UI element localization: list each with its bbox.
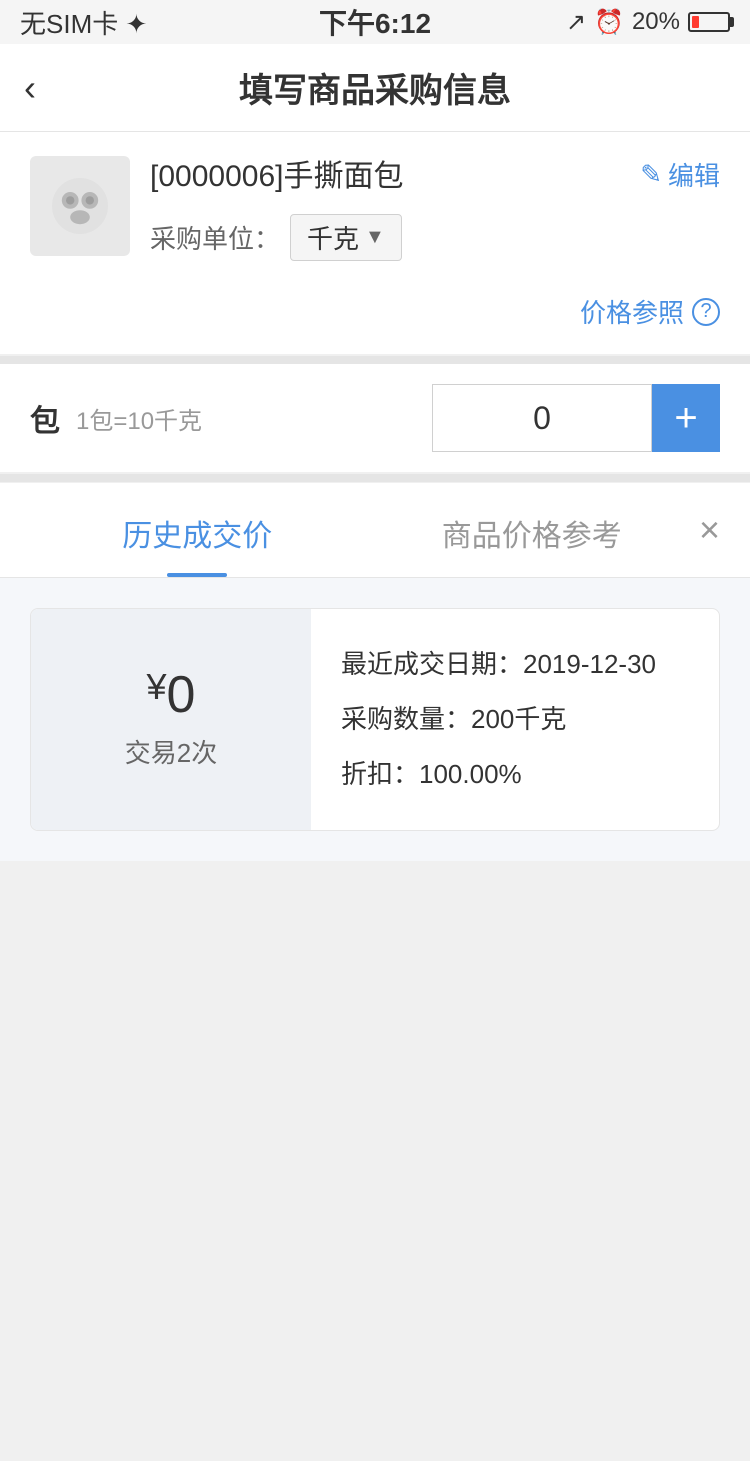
discount-row: 折扣：100.00% (341, 755, 689, 794)
battery-icon (688, 12, 730, 32)
product-section: [0000006]手撕面包 采购单位： 千克 ▼ ✎ 编辑 价格参照 ? (0, 132, 750, 354)
product-owl-logo (45, 171, 115, 241)
unit-value: 千克 (307, 219, 359, 256)
discount-label: 折扣： (341, 759, 419, 789)
location-icon: ↗ (566, 8, 586, 37)
purchase-qty-value: 200千克 (471, 704, 566, 734)
back-button[interactable]: ‹ (24, 67, 36, 109)
tab-close-button[interactable]: × (699, 489, 720, 571)
status-left: 无SIM卡 ✦ (20, 4, 147, 41)
unit-dropdown-arrow: ▼ (365, 226, 385, 249)
latest-date-row: 最近成交日期：2019-12-30 (341, 645, 689, 684)
status-right: ↗ ⏰ 20% (566, 8, 730, 37)
latest-date-label: 最近成交日期： (341, 649, 523, 679)
history-card-right: 最近成交日期：2019-12-30 采购数量：200千克 折扣：100.00% (311, 609, 719, 830)
edit-label: 编辑 (668, 156, 720, 193)
plus-button[interactable]: + (652, 384, 720, 452)
history-card: ¥0 交易2次 最近成交日期：2019-12-30 采购数量：200千克 折扣：… (30, 608, 720, 831)
nav-bar: ‹ 填写商品采购信息 (0, 44, 750, 132)
divider (0, 356, 750, 364)
status-bar: 无SIM卡 ✦ 下午6:12 ↗ ⏰ 20% (0, 0, 750, 44)
edit-icon: ✎ (640, 159, 662, 190)
trade-count: 交易2次 (125, 733, 217, 770)
quantity-unit-badge: 包 (30, 396, 60, 440)
product-header: [0000006]手撕面包 采购单位： 千克 ▼ ✎ 编辑 (30, 156, 720, 261)
quantity-section: 包 1包=10千克 0 + (0, 364, 750, 472)
tab-header: 历史成交价 商品价格参考 × (0, 483, 750, 578)
product-name: [0000006]手撕面包 (150, 156, 640, 198)
product-unit-row: 采购单位： 千克 ▼ (150, 214, 640, 261)
battery-percent: 20% (632, 8, 680, 36)
tab-price-ref[interactable]: 商品价格参考 (364, 483, 698, 577)
section-divider (0, 474, 750, 482)
tab-content: ¥0 交易2次 最近成交日期：2019-12-30 采购数量：200千克 折扣：… (0, 578, 750, 861)
quantity-input[interactable]: 0 (432, 384, 652, 452)
price-ref-label: 价格参照 (580, 293, 684, 330)
unit-selector[interactable]: 千克 ▼ (290, 214, 402, 261)
tab-history-price[interactable]: 历史成交价 (30, 483, 364, 577)
edit-button[interactable]: ✎ 编辑 (640, 156, 720, 193)
page-title: 填写商品采购信息 (239, 63, 511, 112)
price-ref-button[interactable]: 价格参照 ? (580, 293, 720, 330)
price-value: 0 (167, 666, 196, 724)
bottom-space (0, 861, 750, 1461)
tab-section: 历史成交价 商品价格参考 × ¥0 交易2次 最近成交日期：2019-12-30… (0, 482, 750, 861)
tab1-label: 历史成交价 (122, 520, 272, 553)
purchase-qty-row: 采购数量：200千克 (341, 700, 689, 739)
alarm-icon: ⏰ (594, 8, 624, 37)
status-time: 下午6:12 (319, 2, 431, 42)
currency-symbol: ¥ (147, 666, 167, 707)
quantity-value: 0 (533, 400, 551, 437)
quantity-right: 0 + (432, 384, 720, 452)
price-ref-question-icon: ? (692, 298, 720, 326)
quantity-left: 包 1包=10千克 (30, 396, 202, 440)
history-card-left: ¥0 交易2次 (31, 609, 311, 830)
product-thumbnail (30, 156, 130, 256)
tab2-label: 商品价格参考 (442, 520, 622, 553)
product-left: [0000006]手撕面包 采购单位： 千克 ▼ (30, 156, 640, 261)
product-info: [0000006]手撕面包 采购单位： 千克 ▼ (150, 156, 640, 261)
purchase-qty-label: 采购数量： (341, 704, 471, 734)
unit-label: 采购单位： (150, 219, 280, 256)
discount-value: 100.00% (419, 759, 522, 789)
latest-date-value: 2019-12-30 (523, 649, 656, 679)
unit-conversion: 1包=10千克 (76, 401, 202, 436)
history-price: ¥0 (147, 669, 196, 721)
carrier-text: 无SIM卡 ✦ (20, 4, 147, 41)
